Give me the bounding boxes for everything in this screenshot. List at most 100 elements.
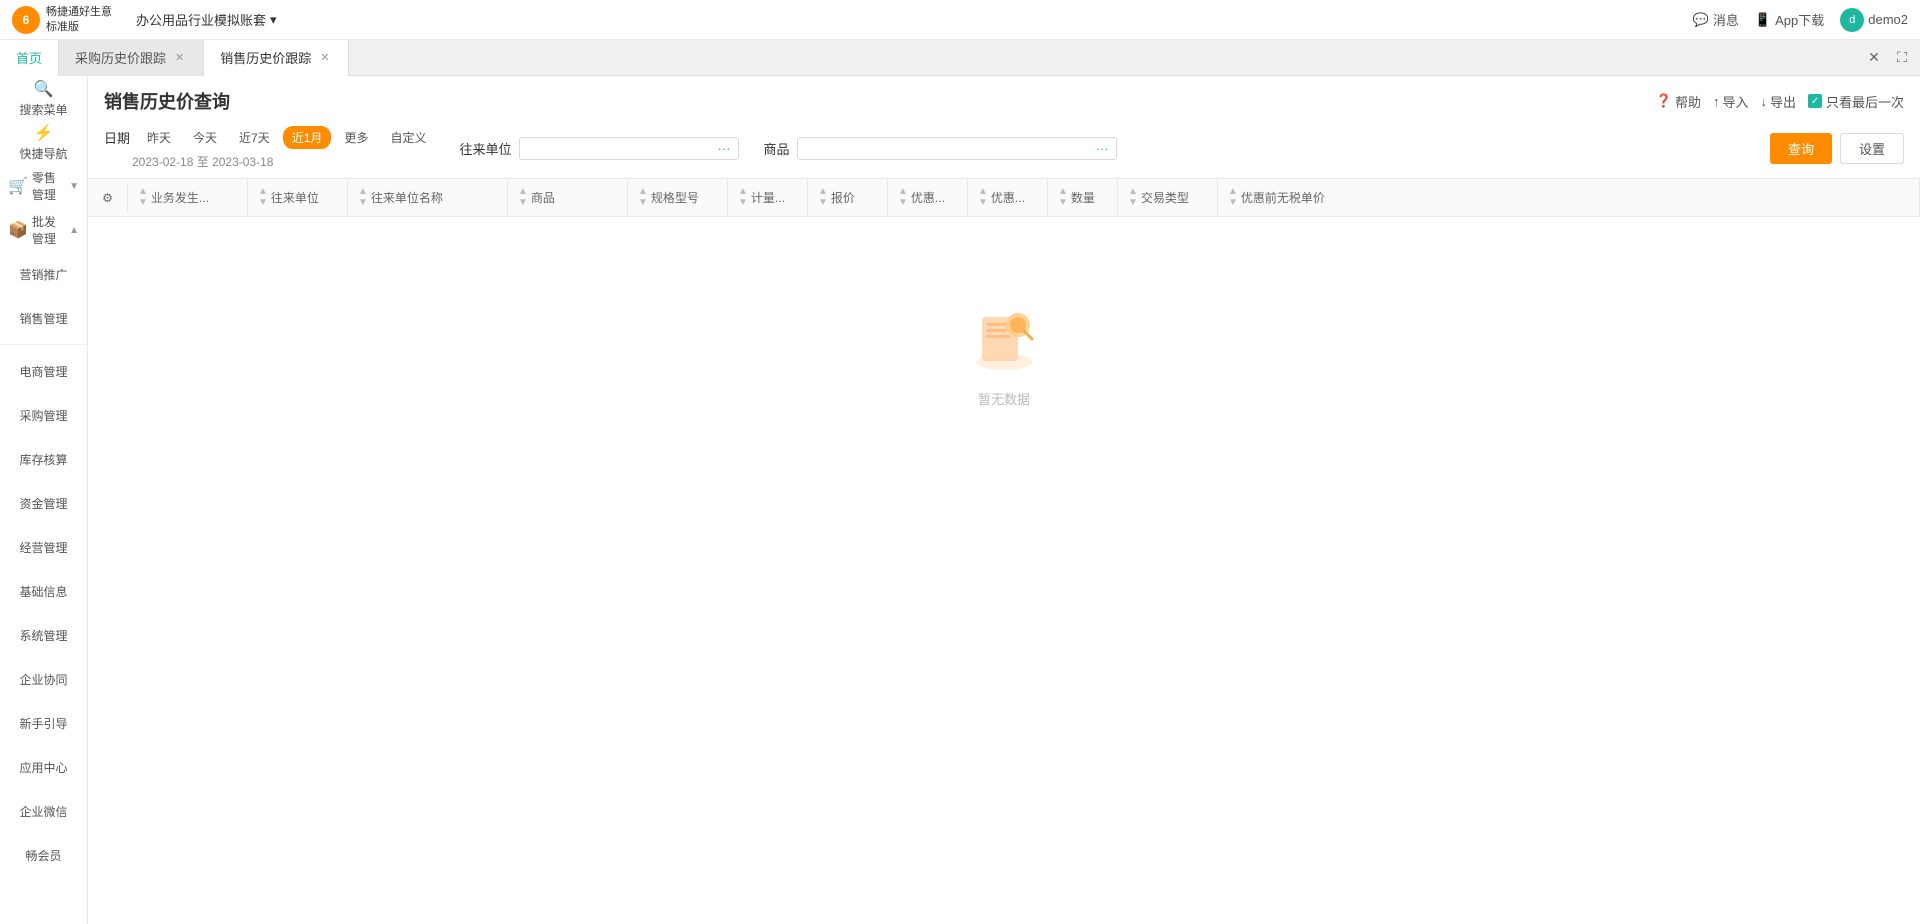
close-all-button[interactable]: ✕ — [1864, 48, 1884, 68]
tab-home[interactable]: 首页 — [0, 40, 59, 76]
tab-sales-history[interactable]: 销售历史价跟踪 ✕ — [204, 40, 349, 76]
sidebar-item-system[interactable]: 系统管理 — [0, 613, 87, 657]
tab-purchase-close[interactable]: ✕ — [172, 50, 187, 65]
filter-date-group: 日期 昨天 今天 近7天 近1月 更多 自定义 2023-02-18 至 202… — [104, 126, 435, 170]
brand-text: 畅捷通好生意 标准版 — [46, 5, 112, 34]
th-discount1[interactable]: ▲▼ 优惠... — [888, 179, 968, 216]
sidebar-item-wechat[interactable]: 企业微信 — [0, 789, 87, 833]
workspace-selector[interactable]: 办公用品行业模拟账套 ▾ — [136, 10, 277, 29]
sort-spec-icon: ▲▼ — [638, 187, 648, 208]
query-button[interactable]: 查询 — [1770, 133, 1832, 164]
th-pretax-label: 优惠前无税单价 — [1241, 189, 1325, 206]
gear-icon: ⚙ — [102, 191, 113, 205]
date-btn-more[interactable]: 更多 — [335, 126, 377, 149]
setting-button[interactable]: 设置 — [1840, 133, 1904, 164]
help-icon: ❓ — [1656, 93, 1672, 109]
empty-illustration — [964, 297, 1044, 377]
sidebar-item-marketing[interactable]: 营销推广 — [0, 252, 87, 296]
message-icon: 💬 — [1693, 12, 1709, 28]
sidebar-item-retail[interactable]: 🛒 零售管理 ▼ — [0, 164, 87, 208]
filter-date-options: 日期 昨天 今天 近7天 近1月 更多 自定义 — [104, 126, 435, 149]
logo-area: 6 畅捷通好生意 标准版 — [12, 5, 112, 34]
sort-discount2-icon: ▲▼ — [978, 187, 988, 208]
download-icon: 📱 — [1755, 12, 1771, 28]
wholesale-arrow: ▲ — [69, 225, 79, 236]
export-label: 导出 — [1770, 92, 1796, 111]
th-product[interactable]: ▲▼ 商品 — [508, 179, 628, 216]
sidebar-item-operations[interactable]: 经营管理 — [0, 525, 87, 569]
sidebar-item-member[interactable]: 畅会员 — [0, 833, 87, 877]
sort-partner-name-icon: ▲▼ — [358, 187, 368, 208]
maximize-button[interactable]: ⛶ — [1892, 48, 1912, 68]
filter-row: 日期 昨天 今天 近7天 近1月 更多 自定义 2023-02-18 至 202… — [104, 126, 1904, 170]
only-last-checkbox[interactable]: ✓ — [1808, 94, 1822, 108]
workspace-label: 办公用品行业模拟账套 — [136, 10, 266, 29]
wholesale-icon: 📦 — [8, 220, 28, 240]
th-gear[interactable]: ⚙ — [88, 183, 128, 213]
th-partner-label: 往来单位 — [271, 189, 319, 206]
sidebar-label-wechat: 企业微信 — [19, 803, 67, 820]
sidebar-item-ecommerce[interactable]: 电商管理 — [0, 349, 87, 393]
export-button[interactable]: ↓ 导出 — [1760, 92, 1796, 111]
sidebar-item-app-center[interactable]: 应用中心 — [0, 745, 87, 789]
logo-icon: 6 — [12, 6, 40, 34]
sidebar-label-member: 畅会员 — [25, 847, 61, 864]
th-discount2[interactable]: ▲▼ 优惠... — [968, 179, 1048, 216]
date-btn-yesterday[interactable]: 昨天 — [138, 126, 180, 149]
date-btn-last1m[interactable]: 近1月 — [283, 126, 332, 149]
th-quote[interactable]: ▲▼ 报价 — [808, 179, 888, 216]
content-area: 销售历史价查询 ❓ 帮助 ↑ 导入 ↓ 导出 ✓ — [88, 76, 1920, 924]
user-name: demo2 — [1868, 12, 1908, 27]
th-qty[interactable]: ▲▼ 数量 — [1048, 179, 1118, 216]
product-label: 商品 — [763, 139, 789, 158]
search-icon: 🔍 — [34, 79, 54, 99]
date-btn-today[interactable]: 今天 — [184, 126, 226, 149]
empty-text: 暂无数据 — [978, 389, 1030, 408]
th-trade-type[interactable]: ▲▼ 交易类型 — [1118, 179, 1218, 216]
sort-partner-icon: ▲▼ — [258, 187, 268, 208]
user-menu[interactable]: d demo2 — [1840, 8, 1908, 32]
product-input[interactable]: ··· — [797, 137, 1117, 160]
date-btn-custom[interactable]: 自定义 — [381, 126, 435, 149]
sidebar-item-purchase[interactable]: 采购管理 — [0, 393, 87, 437]
app-download-button[interactable]: 📱 App下载 — [1755, 10, 1824, 29]
sidebar-item-inventory[interactable]: 库存核算 — [0, 437, 87, 481]
th-partner[interactable]: ▲▼ 往来单位 — [248, 179, 348, 216]
sidebar-item-finance[interactable]: 资金管理 — [0, 481, 87, 525]
sidebar-label-search: 搜索菜单 — [19, 101, 67, 118]
sidebar-label-sales-mgmt: 销售管理 — [19, 310, 67, 327]
th-unit[interactable]: ▲▼ 计量... — [728, 179, 808, 216]
sidebar-item-search[interactable]: 🔍 搜索菜单 — [0, 76, 87, 120]
th-partner-name-label: 往来单位名称 — [371, 189, 443, 206]
th-biz-date[interactable]: ▲▼ 业务发生... — [128, 179, 248, 216]
tab-purchase-label: 采购历史价跟踪 — [75, 48, 166, 67]
tab-purchase-history[interactable]: 采购历史价跟踪 ✕ — [59, 40, 204, 76]
th-discount2-label: 优惠... — [991, 189, 1025, 206]
tabbar-actions: ✕ ⛶ — [1864, 48, 1920, 68]
import-button[interactable]: ↑ 导入 — [1713, 92, 1749, 111]
retail-icon: 🛒 — [8, 176, 28, 196]
help-label: 帮助 — [1675, 92, 1701, 111]
sidebar-label-retail: 零售管理 — [32, 169, 65, 203]
sidebar-item-basic-info[interactable]: 基础信息 — [0, 569, 87, 613]
partner-input[interactable]: ··· — [519, 137, 739, 160]
sidebar-item-guide[interactable]: 新手引导 — [0, 701, 87, 745]
filter-partner-group: 往来单位 ··· — [459, 137, 739, 160]
sidebar-item-wholesale[interactable]: 📦 批发管理 ▲ — [0, 208, 87, 252]
th-partner-name[interactable]: ▲▼ 往来单位名称 — [348, 179, 508, 216]
sidebar-item-shortcut[interactable]: ⚡ 快捷导航 — [0, 120, 87, 164]
retail-arrow: ▼ — [69, 181, 79, 192]
sidebar-label-enterprise: 企业协同 — [19, 671, 67, 688]
help-button[interactable]: ❓ 帮助 — [1656, 92, 1701, 111]
th-spec[interactable]: ▲▼ 规格型号 — [628, 179, 728, 216]
avatar: d — [1840, 8, 1864, 32]
sidebar-item-sales-mgmt[interactable]: 销售管理 — [0, 296, 87, 340]
table-container: ⚙ ▲▼ 业务发生... ▲▼ 往来单位 ▲▼ 往来单位名称 ▲▼ 商品 — [88, 179, 1920, 924]
tab-sales-close[interactable]: ✕ — [317, 50, 332, 65]
sidebar-label-guide: 新手引导 — [19, 715, 67, 732]
date-btn-last7[interactable]: 近7天 — [230, 126, 279, 149]
sort-discount1-icon: ▲▼ — [898, 187, 908, 208]
sidebar-item-enterprise[interactable]: 企业协同 — [0, 657, 87, 701]
message-button[interactable]: 💬 消息 — [1693, 10, 1739, 29]
th-pretax[interactable]: ▲▼ 优惠前无税单价 — [1218, 179, 1920, 216]
